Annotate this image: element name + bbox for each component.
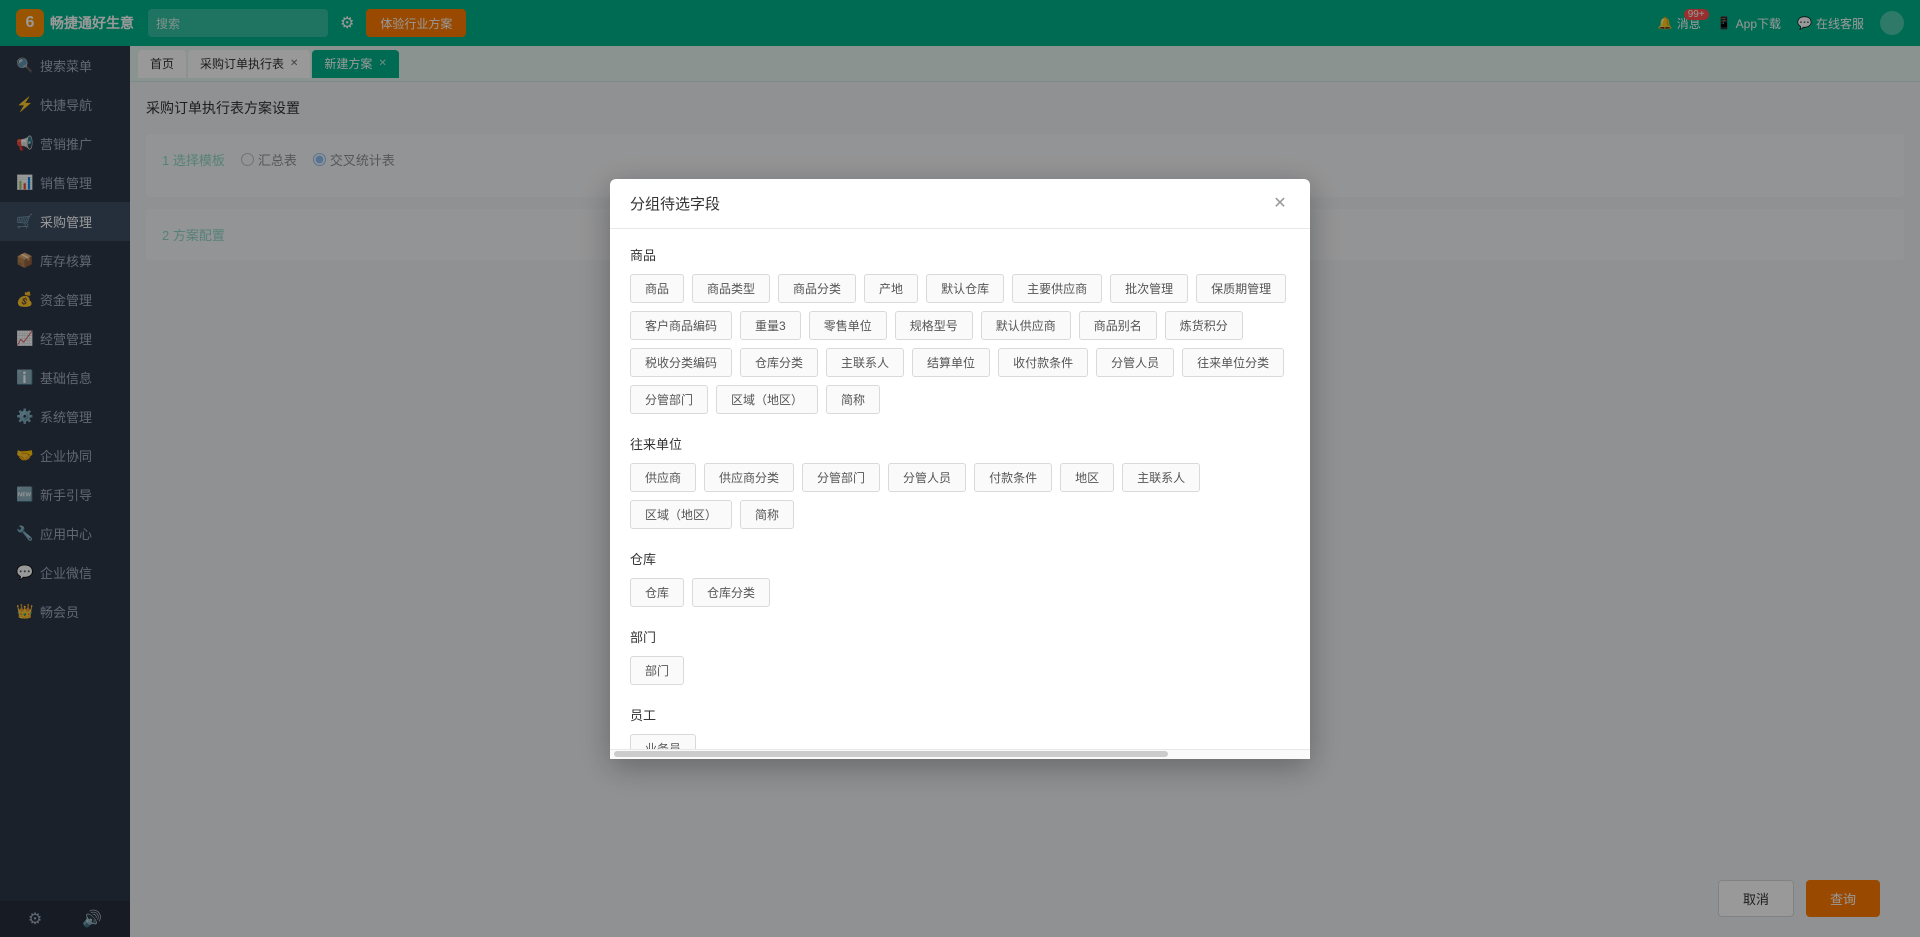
field-tag[interactable]: 主要供应商 xyxy=(1012,274,1102,303)
field-tag[interactable]: 零售单位 xyxy=(809,311,887,340)
field-tag[interactable]: 产地 xyxy=(864,274,918,303)
field-tag[interactable]: 仓库分类 xyxy=(692,578,770,607)
field-tags-partner: 供应商 供应商分类 分管部门 分管人员 付款条件 地区 主联系人 区域（地区） … xyxy=(630,463,1290,529)
field-section-dept: 部门 部门 xyxy=(630,627,1290,685)
field-tag[interactable]: 保质期管理 xyxy=(1196,274,1286,303)
modal-close-icon: ✕ xyxy=(1273,193,1286,213)
field-section-employee: 员工 业务员 xyxy=(630,705,1290,750)
field-tag[interactable]: 税收分类编码 xyxy=(630,348,732,377)
field-tag[interactable]: 简称 xyxy=(826,385,880,414)
field-tags-goods: 商品 商品类型 商品分类 产地 默认仓库 主要供应商 批次管理 保质期管理 客户… xyxy=(630,274,1290,414)
modal-header: 分组待选字段 ✕ xyxy=(610,179,1310,229)
field-tag[interactable]: 分管人员 xyxy=(1096,348,1174,377)
modal-dialog: 分组待选字段 ✕ 商品 商品 商品类型 商品分类 产地 默认仓库 主要供应商 批 xyxy=(610,179,1310,759)
field-tag[interactable]: 结算单位 xyxy=(912,348,990,377)
field-tag[interactable]: 供应商 xyxy=(630,463,696,492)
field-tag[interactable]: 规格型号 xyxy=(895,311,973,340)
modal-title: 分组待选字段 xyxy=(630,193,720,214)
section-title-goods: 商品 xyxy=(630,245,1290,264)
field-tags-employee: 业务员 xyxy=(630,734,1290,750)
modal-close-button[interactable]: ✕ xyxy=(1270,193,1290,213)
hscroll-thumb[interactable] xyxy=(614,751,1168,757)
field-tag[interactable]: 商品 xyxy=(630,274,684,303)
field-tag[interactable]: 简称 xyxy=(740,500,794,529)
field-tag[interactable]: 分管部门 xyxy=(802,463,880,492)
field-tag[interactable]: 区域（地区） xyxy=(716,385,818,414)
field-tag[interactable]: 业务员 xyxy=(630,734,696,750)
field-tag[interactable]: 供应商分类 xyxy=(704,463,794,492)
field-tag[interactable]: 区域（地区） xyxy=(630,500,732,529)
section-title-warehouse: 仓库 xyxy=(630,549,1290,568)
field-tag[interactable]: 商品分类 xyxy=(778,274,856,303)
field-tag[interactable]: 分管人员 xyxy=(888,463,966,492)
field-tag[interactable]: 地区 xyxy=(1060,463,1114,492)
field-tag[interactable]: 默认供应商 xyxy=(981,311,1071,340)
field-section-partner: 往来单位 供应商 供应商分类 分管部门 分管人员 付款条件 地区 主联系人 区域… xyxy=(630,434,1290,529)
field-tag[interactable]: 商品类型 xyxy=(692,274,770,303)
section-title-partner: 往来单位 xyxy=(630,434,1290,453)
field-tag[interactable]: 炼货积分 xyxy=(1165,311,1243,340)
field-tag[interactable]: 仓库 xyxy=(630,578,684,607)
section-title-dept: 部门 xyxy=(630,627,1290,646)
field-tag[interactable]: 分管部门 xyxy=(630,385,708,414)
field-tag[interactable]: 商品别名 xyxy=(1079,311,1157,340)
field-tag[interactable]: 仓库分类 xyxy=(740,348,818,377)
field-tag[interactable]: 主联系人 xyxy=(1122,463,1200,492)
modal-overlay: 分组待选字段 ✕ 商品 商品 商品类型 商品分类 产地 默认仓库 主要供应商 批 xyxy=(0,0,1920,937)
field-tag[interactable]: 批次管理 xyxy=(1110,274,1188,303)
section-title-employee: 员工 xyxy=(630,705,1290,724)
field-tags-dept: 部门 xyxy=(630,656,1290,685)
field-section-goods: 商品 商品 商品类型 商品分类 产地 默认仓库 主要供应商 批次管理 保质期管理… xyxy=(630,245,1290,414)
field-tag[interactable]: 部门 xyxy=(630,656,684,685)
field-tag[interactable]: 重量3 xyxy=(740,311,801,340)
field-tag[interactable]: 客户商品编码 xyxy=(630,311,732,340)
field-tag[interactable]: 往来单位分类 xyxy=(1182,348,1284,377)
field-tag[interactable]: 默认仓库 xyxy=(926,274,1004,303)
field-tag[interactable]: 主联系人 xyxy=(826,348,904,377)
field-tag[interactable]: 付款条件 xyxy=(974,463,1052,492)
field-tags-warehouse: 仓库 仓库分类 xyxy=(630,578,1290,607)
modal-hscroll[interactable] xyxy=(610,749,1310,758)
field-tag[interactable]: 收付款条件 xyxy=(998,348,1088,377)
field-section-warehouse: 仓库 仓库 仓库分类 xyxy=(630,549,1290,607)
modal-body[interactable]: 商品 商品 商品类型 商品分类 产地 默认仓库 主要供应商 批次管理 保质期管理… xyxy=(610,229,1310,750)
